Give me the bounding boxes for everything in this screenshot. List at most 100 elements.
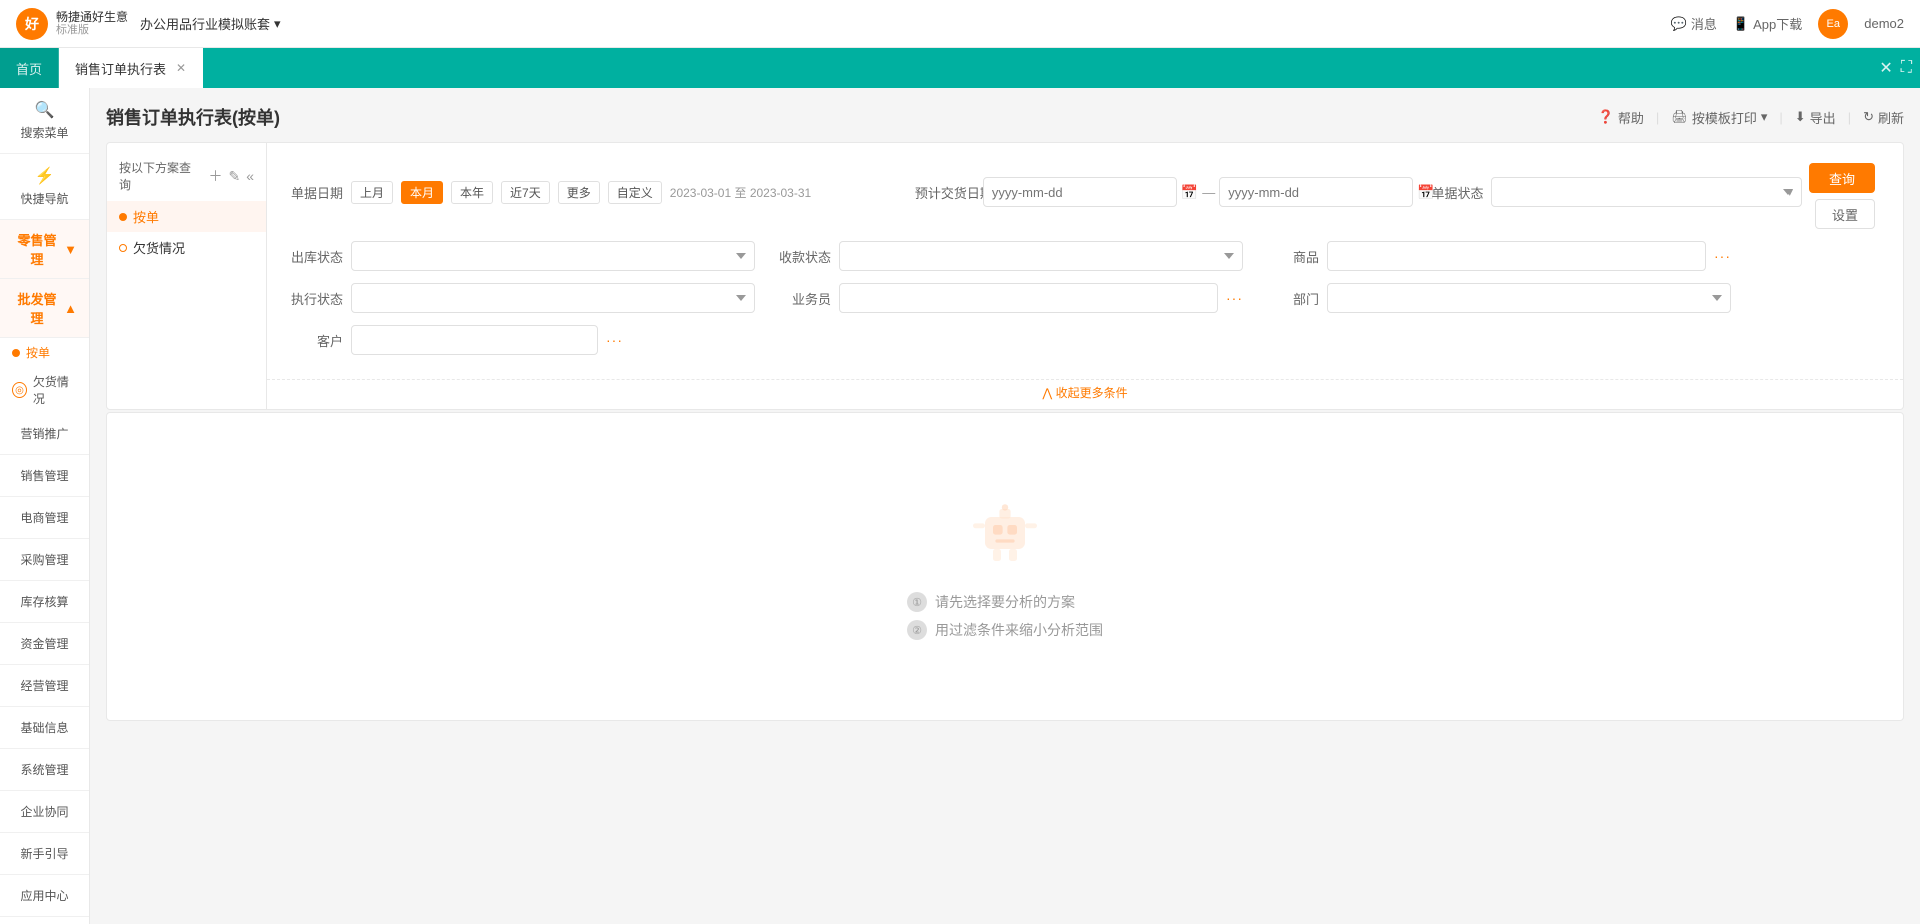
- filter-group-delivery-date: 预计交货日期 📅 — 📅: [915, 177, 1408, 207]
- tag-custom[interactable]: 自定义: [608, 181, 662, 204]
- tag-this-month[interactable]: 本月: [401, 181, 443, 204]
- customer-input[interactable]: [351, 325, 598, 355]
- sidebar-sub-scheme[interactable]: 按单: [0, 338, 89, 367]
- delivery-date-start[interactable]: [983, 177, 1177, 207]
- filter-row-4: 客户 ···: [283, 325, 1887, 355]
- logo-text: 畅捷通好生意 标准版: [56, 10, 128, 38]
- filter-group-customer: 客户 ···: [283, 325, 623, 355]
- filter-group-delivery-status: 出库状态: [283, 241, 755, 271]
- avatar[interactable]: Ea: [1818, 9, 1848, 39]
- goods-label: 商品: [1259, 247, 1319, 266]
- tab-close-icon[interactable]: ✕: [176, 61, 186, 75]
- tab-sales-order[interactable]: 销售订单执行表 ✕: [59, 48, 203, 88]
- message-btn[interactable]: 💬 消息: [1671, 14, 1717, 33]
- tag-this-year[interactable]: 本年: [451, 181, 493, 204]
- sidebar-item-inventory[interactable]: 库存核算: [0, 581, 89, 623]
- sidebar-item-purchase[interactable]: 采购管理: [0, 539, 89, 581]
- salesperson-more-btn[interactable]: ···: [1226, 290, 1243, 306]
- sidebar-item-search[interactable]: 🔍 搜索菜单: [0, 88, 89, 154]
- app-download-btn[interactable]: 📱 App下载: [1733, 14, 1802, 33]
- delivery-date-end[interactable]: [1219, 177, 1413, 207]
- refresh-btn[interactable]: ↻ 刷新: [1863, 108, 1904, 127]
- payment-status-select[interactable]: [839, 241, 1243, 271]
- sidebar-sub-owe[interactable]: ◎ 欠货情况: [0, 367, 89, 413]
- print-chevron-icon: ▾: [1761, 109, 1768, 125]
- filter-group-status: 单据状态 ▾: [1423, 177, 1793, 207]
- date-label: 单据日期: [283, 183, 343, 202]
- sidebar: 🔍 搜索菜单 ⚡ 快捷导航 零售管理 ▼ 批发管理 ▲ 按单 ◎ 欠货情况 营销…: [0, 88, 90, 924]
- exec-status-label: 执行状态: [283, 289, 343, 308]
- quick-nav-icon: ⚡: [35, 166, 55, 186]
- page-header: 销售订单执行表(按单) ❓ 帮助 | 🖨 按模板打印 ▾ | ⬇ 导出 |: [106, 104, 1904, 130]
- help-btn[interactable]: ❓ 帮助: [1598, 108, 1644, 127]
- calendar-start-icon[interactable]: 📅: [1181, 184, 1198, 201]
- sidebar-item-quick-nav[interactable]: ⚡ 快捷导航: [0, 154, 89, 220]
- refresh-icon: ↻: [1863, 109, 1874, 125]
- sidebar-item-system[interactable]: 系统管理: [0, 749, 89, 791]
- filter-row-3: 执行状态 业务员 ··· 部门: [283, 283, 1887, 313]
- empty-step-2: ② 用过滤条件来缩小分析范围: [907, 620, 1103, 640]
- sidebar-item-basic[interactable]: 基础信息: [0, 707, 89, 749]
- sidebar-item-enterprise[interactable]: 企业协同: [0, 791, 89, 833]
- add-scheme-btn[interactable]: ＋: [208, 166, 222, 186]
- status-select[interactable]: [1491, 177, 1802, 207]
- filter-row-2: 出库状态 收款状态: [283, 241, 1887, 271]
- owe-icon: [119, 244, 127, 252]
- sidebar-item-operations[interactable]: 经营管理: [0, 665, 89, 707]
- step-num-2: ②: [907, 620, 927, 640]
- active-dot: [12, 349, 20, 357]
- customer-more-btn[interactable]: ···: [606, 332, 623, 348]
- sidebar-item-app-center[interactable]: 应用中心: [0, 875, 89, 917]
- empty-state: ① 请先选择要分析的方案 ② 用过滤条件来缩小分析范围: [107, 413, 1903, 720]
- settings-button[interactable]: 设置: [1815, 199, 1875, 229]
- page-title: 销售订单执行表(按单): [106, 104, 280, 130]
- active-scheme-dot: [119, 213, 127, 221]
- tag-more[interactable]: 更多: [558, 181, 600, 204]
- tab-home[interactable]: 首页: [0, 48, 59, 88]
- sidebar-item-finance[interactable]: 资金管理: [0, 623, 89, 665]
- filter-panel: 按以下方案查询 ＋ ✎ « 按单 欠货情况: [106, 142, 1904, 410]
- data-area: ① 请先选择要分析的方案 ② 用过滤条件来缩小分析范围: [106, 412, 1904, 721]
- sidebar-item-wechat[interactable]: 企业微信: [0, 917, 89, 924]
- export-icon: ⬇: [1795, 109, 1806, 125]
- goods-more-btn[interactable]: ···: [1714, 248, 1731, 264]
- sidebar-item-sales[interactable]: 销售管理: [0, 455, 89, 497]
- empty-step-1: ① 请先选择要分析的方案: [907, 592, 1103, 612]
- collapse-sidebar-btn[interactable]: «: [246, 168, 254, 184]
- sidebar-item-wholesale[interactable]: 批发管理 ▲: [0, 279, 89, 338]
- salesperson-input[interactable]: [839, 283, 1218, 313]
- sidebar-item-retail[interactable]: 零售管理 ▼: [0, 220, 89, 279]
- filter-sidebar-header: 按以下方案查询 ＋ ✎ «: [107, 155, 266, 201]
- tab-actions: ✕ ⛶: [1871, 48, 1920, 88]
- minimize-icon[interactable]: ✕: [1879, 58, 1892, 78]
- department-select[interactable]: [1327, 283, 1731, 313]
- content-area: 销售订单执行表(按单) ❓ 帮助 | 🖨 按模板打印 ▾ | ⬇ 导出 |: [90, 88, 1920, 924]
- filter-sidebar: 按以下方案查询 ＋ ✎ « 按单 欠货情况: [107, 143, 267, 409]
- sidebar-item-marketing[interactable]: 营销推广: [0, 413, 89, 455]
- action-buttons: 查询 设置: [1809, 155, 1887, 229]
- breadcrumb: 办公用品行业模拟账套 ▾: [140, 14, 281, 33]
- delivery-status-select[interactable]: [351, 241, 755, 271]
- sidebar-item-ecommerce[interactable]: 电商管理: [0, 497, 89, 539]
- scheme-item-owe-goods[interactable]: 欠货情况: [107, 232, 266, 263]
- print-btn[interactable]: 🖨 按模板打印 ▾: [1671, 108, 1767, 127]
- tag-last-7-days[interactable]: 近7天: [501, 181, 550, 204]
- exec-status-select[interactable]: [351, 283, 755, 313]
- export-btn[interactable]: ⬇ 导出: [1795, 108, 1836, 127]
- message-icon: 💬: [1671, 16, 1687, 32]
- top-bar: 好 畅捷通好生意 标准版 办公用品行业模拟账套 ▾ 💬 消息 📱 App下载 E…: [0, 0, 1920, 48]
- filter-form: 单据日期 上月 本月 本年 近7天 更多 自定义 2023-03-01 至 20…: [267, 143, 1903, 379]
- tag-last-month[interactable]: 上月: [351, 181, 393, 204]
- collapse-btn[interactable]: ⋀ 收起更多条件: [1042, 386, 1127, 400]
- maximize-icon[interactable]: ⛶: [1901, 59, 1912, 77]
- filter-group-exec-status: 执行状态: [283, 283, 755, 313]
- top-bar-left: 好 畅捷通好生意 标准版 办公用品行业模拟账套 ▾: [16, 8, 281, 40]
- edit-scheme-btn[interactable]: ✎: [228, 168, 240, 185]
- goods-input[interactable]: [1327, 241, 1706, 271]
- sidebar-item-newbie[interactable]: 新手引导: [0, 833, 89, 875]
- filter-group-payment-status: 收款状态: [771, 241, 1243, 271]
- payment-status-label: 收款状态: [771, 247, 831, 266]
- step-num-1: ①: [907, 592, 927, 612]
- query-button[interactable]: 查询: [1809, 163, 1875, 193]
- scheme-item-by-order[interactable]: 按单: [107, 201, 266, 232]
